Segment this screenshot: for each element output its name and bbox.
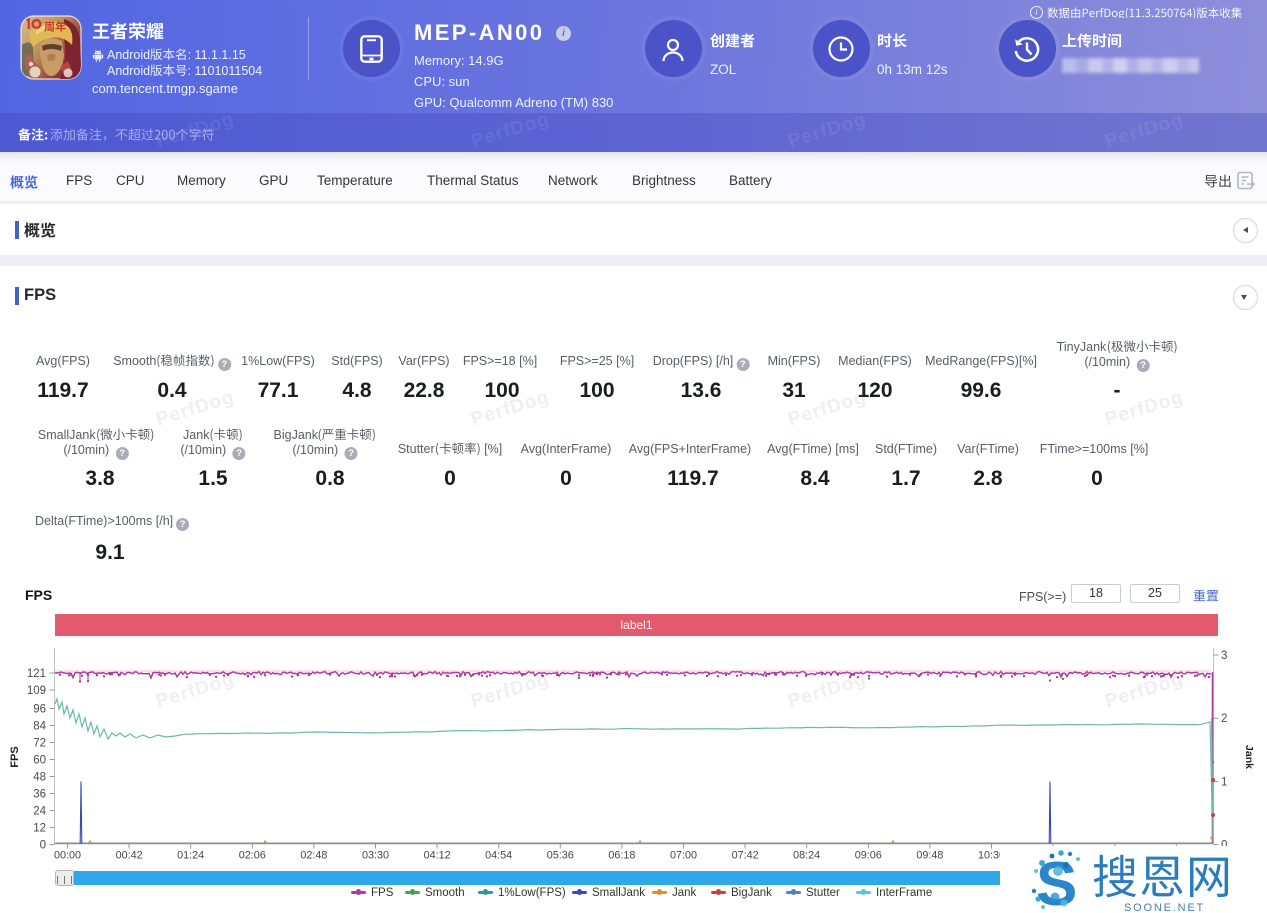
svg-text:2: 2: [1221, 713, 1227, 725]
svg-text:0: 0: [40, 840, 46, 852]
svg-text:09:48: 09:48: [916, 850, 943, 862]
svg-text:121: 121: [27, 668, 46, 680]
svg-text:109: 109: [27, 685, 46, 697]
svg-text:09:06: 09:06: [855, 850, 882, 862]
svg-text:36: 36: [33, 789, 46, 801]
svg-text:00:00: 00:00: [54, 850, 81, 862]
svg-text:00:42: 00:42: [116, 850, 143, 862]
svg-text:02:48: 02:48: [300, 850, 327, 862]
svg-text:03:30: 03:30: [362, 850, 389, 862]
svg-text:04:54: 04:54: [485, 850, 512, 862]
svg-text:07:00: 07:00: [670, 850, 697, 862]
svg-text:05:36: 05:36: [547, 850, 574, 862]
svg-text:3: 3: [1221, 650, 1227, 662]
svg-text:06:18: 06:18: [608, 850, 635, 862]
svg-text:02:06: 02:06: [239, 850, 266, 862]
svg-text:72: 72: [33, 738, 46, 750]
svg-text:60: 60: [33, 755, 46, 767]
svg-text:12: 12: [33, 823, 46, 835]
svg-text:24: 24: [33, 806, 46, 818]
svg-text:Jank: Jank: [1243, 745, 1255, 769]
svg-text:84: 84: [33, 721, 46, 733]
svg-text:FPS: FPS: [9, 746, 21, 767]
svg-text:04:12: 04:12: [424, 850, 451, 862]
svg-text:01:24: 01:24: [177, 850, 204, 862]
svg-text:96: 96: [33, 704, 46, 716]
svg-text:1: 1: [1221, 776, 1227, 788]
svg-text:48: 48: [33, 772, 46, 784]
svg-text:07:42: 07:42: [732, 850, 759, 862]
svg-text:S: S: [1036, 850, 1077, 913]
svg-text:08:24: 08:24: [793, 850, 820, 862]
